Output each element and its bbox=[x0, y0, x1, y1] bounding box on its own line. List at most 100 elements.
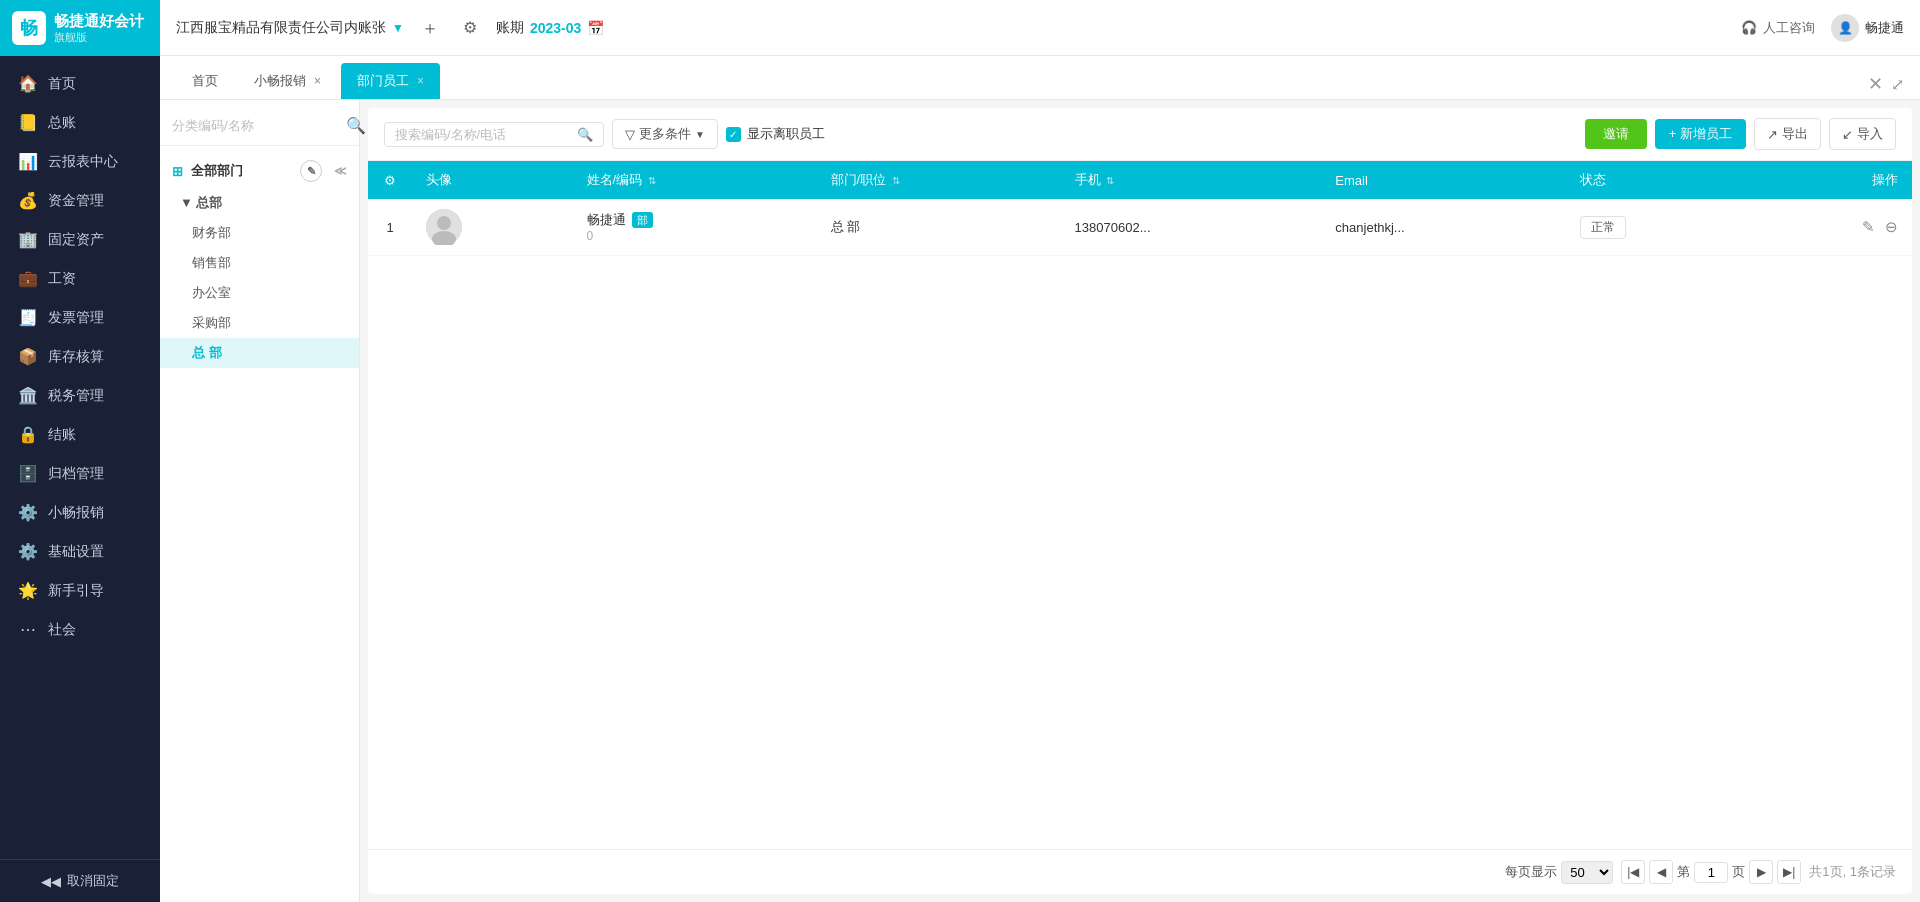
dept-search: 🔍 bbox=[160, 110, 359, 146]
add-employee-button[interactable]: + 新增员工 bbox=[1655, 119, 1746, 149]
invite-button[interactable]: 邀请 bbox=[1585, 119, 1647, 149]
table-header-phone[interactable]: 手机 ⇅ bbox=[1061, 161, 1322, 199]
sidebar-item-label: 基础设置 bbox=[48, 543, 104, 561]
sort-dept-icon[interactable]: ⇅ bbox=[892, 175, 900, 186]
dept-panel: 🔍 ⊞ 全部部门 ✎ ≪ ▼ 总部 财务部 销售部 办公室 采购部 总 部 bbox=[160, 100, 360, 902]
import-button[interactable]: ↙ 导入 bbox=[1829, 118, 1896, 150]
calendar-icon: 📅 bbox=[587, 20, 604, 36]
sidebar-item-guide[interactable]: 🌟 新手引导 bbox=[0, 571, 160, 610]
employee-dept-badge: 部 bbox=[632, 212, 653, 228]
dept-node-zongbu-parent[interactable]: ▼ 总部 bbox=[160, 188, 359, 218]
more-icon: ⋯ bbox=[18, 620, 38, 639]
dept-edit-button[interactable]: ✎ bbox=[300, 160, 322, 182]
tab-department-close[interactable]: × bbox=[417, 74, 424, 88]
table-header: ⚙ 头像 姓名/编码 ⇅ 部门/职位 ⇅ 手机 ⇅ Email 状态 操作 bbox=[368, 161, 1912, 199]
sidebar: 畅 畅捷通好会计 旗舰版 🏠 首页 📒 总账 📊 云报表中心 💰 资金管理 🏢 … bbox=[0, 0, 160, 902]
table-header-email: Email bbox=[1321, 161, 1565, 199]
sidebar-item-home[interactable]: 🏠 首页 bbox=[0, 64, 160, 103]
all-dept-label: 全部部门 bbox=[191, 162, 243, 180]
sidebar-item-more[interactable]: ⋯ 社会 bbox=[0, 610, 160, 649]
page-label: 页 bbox=[1732, 863, 1745, 881]
content-area: 🔍 ⊞ 全部部门 ✎ ≪ ▼ 总部 财务部 销售部 办公室 采购部 总 部 bbox=[160, 100, 1920, 902]
ledger-icon: 📒 bbox=[18, 113, 38, 132]
employee-search-input[interactable] bbox=[395, 127, 571, 142]
guide-icon: 🌟 bbox=[18, 581, 38, 600]
sidebar-item-assets[interactable]: 🏢 固定资产 bbox=[0, 220, 160, 259]
employees-table-element: ⚙ 头像 姓名/编码 ⇅ 部门/职位 ⇅ 手机 ⇅ Email 状态 操作 1 bbox=[368, 161, 1912, 256]
table-header-name[interactable]: 姓名/编码 ⇅ bbox=[573, 161, 817, 199]
sidebar-item-salary[interactable]: 💼 工资 bbox=[0, 259, 160, 298]
search-icon[interactable]: 🔍 bbox=[346, 116, 366, 135]
page-size-select-input[interactable]: 50 100 200 bbox=[1561, 861, 1613, 884]
service-button[interactable]: 🎧 人工咨询 bbox=[1741, 19, 1815, 37]
table-header-settings[interactable]: ⚙ bbox=[368, 161, 412, 199]
sidebar-item-reports[interactable]: 📊 云报表中心 bbox=[0, 142, 160, 181]
dept-all-header[interactable]: ⊞ 全部部门 ✎ ≪ bbox=[160, 154, 359, 188]
sidebar-item-label: 工资 bbox=[48, 270, 76, 288]
dept-collapse-icon[interactable]: ≪ bbox=[334, 164, 347, 178]
sidebar-item-label: 结账 bbox=[48, 426, 76, 444]
page-number-input[interactable] bbox=[1694, 862, 1728, 883]
dept-node-bangongshi[interactable]: 办公室 bbox=[160, 278, 359, 308]
page-prev-button[interactable]: ◀ bbox=[1649, 860, 1673, 884]
period-label: 账期 bbox=[496, 19, 524, 37]
export-icon: ↗ bbox=[1767, 127, 1778, 142]
sidebar-item-ledger[interactable]: 📒 总账 bbox=[0, 103, 160, 142]
invoice-icon: 🧾 bbox=[18, 308, 38, 327]
tab-home[interactable]: 首页 bbox=[176, 63, 234, 99]
sidebar-item-label: 云报表中心 bbox=[48, 153, 118, 171]
tab-department-label: 部门员工 bbox=[357, 72, 409, 90]
sidebar-item-invoice[interactable]: 🧾 发票管理 bbox=[0, 298, 160, 337]
employee-toolbar: 🔍 ▽ 更多条件 ▼ ✓ 显示离职员工 邀请 + 新增员工 ↗ 导出 bbox=[368, 108, 1912, 161]
tab-expense-label: 小畅报销 bbox=[254, 72, 306, 90]
filter-button[interactable]: ▽ 更多条件 ▼ bbox=[612, 119, 718, 149]
dept-node-zongbu-selected[interactable]: 总 部 bbox=[160, 338, 359, 368]
sidebar-item-label: 归档管理 bbox=[48, 465, 104, 483]
export-button[interactable]: ↗ 导出 bbox=[1754, 118, 1821, 150]
tab-close-all-icon[interactable]: ✕ bbox=[1868, 73, 1883, 95]
company-selector[interactable]: 江西服宝精品有限责任公司内账张 ▼ bbox=[176, 19, 404, 37]
page-last-button[interactable]: ▶| bbox=[1777, 860, 1801, 884]
status-badge: 正常 bbox=[1580, 216, 1626, 239]
filter-icon: ▽ bbox=[625, 127, 635, 142]
dept-node-caiwu[interactable]: 财务部 bbox=[160, 218, 359, 248]
row-avatar bbox=[412, 199, 573, 256]
tab-expense[interactable]: 小畅报销 × bbox=[238, 63, 337, 99]
user-menu[interactable]: 👤 畅捷通 bbox=[1831, 14, 1904, 42]
page-next-button[interactable]: ▶ bbox=[1749, 860, 1773, 884]
avatar: 👤 bbox=[1831, 14, 1859, 42]
page-nth-label: 第 bbox=[1677, 863, 1690, 881]
add-company-button[interactable]: ＋ bbox=[416, 14, 444, 42]
sidebar-item-funds[interactable]: 💰 资金管理 bbox=[0, 181, 160, 220]
sort-phone-icon[interactable]: ⇅ bbox=[1106, 175, 1114, 186]
show-resigned-toggle[interactable]: ✓ 显示离职员工 bbox=[726, 125, 825, 143]
sort-name-icon[interactable]: ⇅ bbox=[648, 175, 656, 186]
edit-button[interactable]: ✎ bbox=[1862, 218, 1875, 236]
sidebar-item-label: 税务管理 bbox=[48, 387, 104, 405]
table-body: 1 bbox=[368, 199, 1912, 256]
table-header-dept[interactable]: 部门/职位 ⇅ bbox=[817, 161, 1061, 199]
table-header-status: 状态 bbox=[1566, 161, 1752, 199]
resigned-checkbox[interactable]: ✓ bbox=[726, 127, 741, 142]
sidebar-item-archive[interactable]: 🗄️ 归档管理 bbox=[0, 454, 160, 493]
sidebar-item-settings[interactable]: ⚙️ 基础设置 bbox=[0, 532, 160, 571]
sidebar-unpin-button[interactable]: ◀◀ 取消固定 bbox=[0, 859, 160, 902]
dept-node-caigou[interactable]: 采购部 bbox=[160, 308, 359, 338]
tab-expand-icon[interactable]: ⤢ bbox=[1891, 75, 1904, 94]
search-icon[interactable]: 🔍 bbox=[577, 127, 593, 142]
sidebar-item-tax[interactable]: 🏛️ 税务管理 bbox=[0, 376, 160, 415]
sidebar-item-expense[interactable]: ⚙️ 小畅报销 bbox=[0, 493, 160, 532]
period-selector[interactable]: 账期 2023-03 📅 bbox=[496, 19, 604, 37]
page-size-label: 每页显示 bbox=[1505, 863, 1557, 881]
logout-button[interactable]: ⊖ bbox=[1885, 218, 1898, 236]
import-label: 导入 bbox=[1857, 125, 1883, 143]
tab-department[interactable]: 部门员工 × bbox=[341, 63, 440, 99]
tab-expense-close[interactable]: × bbox=[314, 74, 321, 88]
dept-node-xiaoshou[interactable]: 销售部 bbox=[160, 248, 359, 278]
dept-search-input[interactable] bbox=[172, 118, 340, 133]
sidebar-item-inventory[interactable]: 📦 库存核算 bbox=[0, 337, 160, 376]
settings-button[interactable]: ⚙ bbox=[456, 14, 484, 42]
sidebar-item-close[interactable]: 🔒 结账 bbox=[0, 415, 160, 454]
employee-code: 0 bbox=[587, 229, 803, 243]
page-first-button[interactable]: |◀ bbox=[1621, 860, 1645, 884]
